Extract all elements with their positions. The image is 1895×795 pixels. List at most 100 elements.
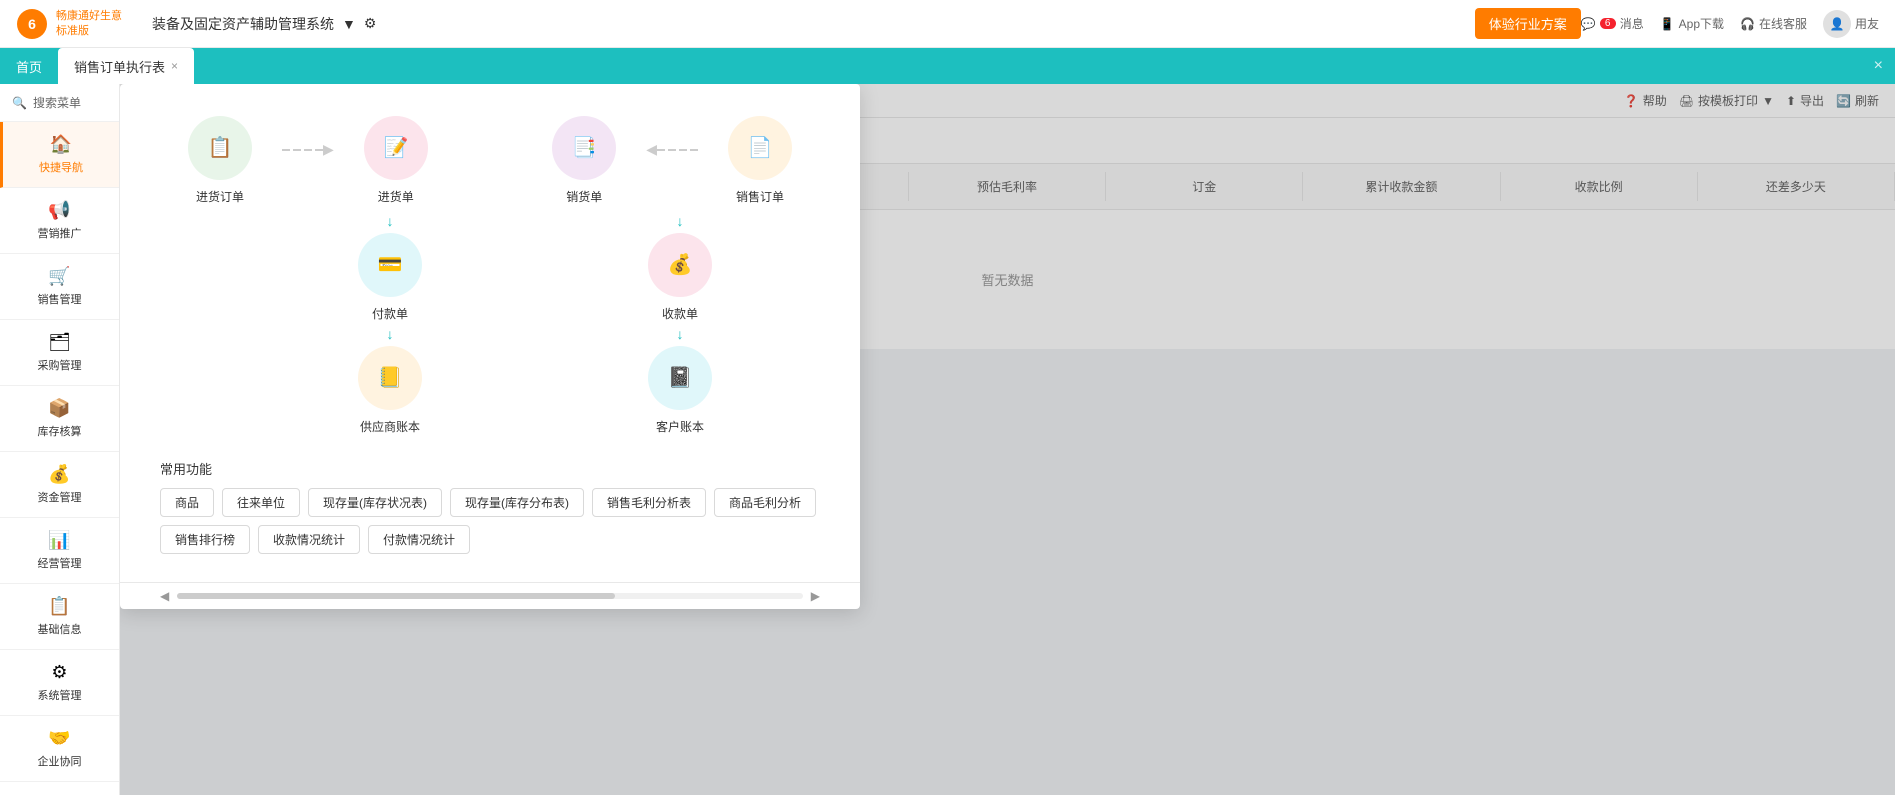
common-funcs-title: 常用功能	[160, 459, 820, 478]
sidebar-label-finance: 资金管理	[38, 489, 82, 505]
svg-text:📄: 📄	[748, 135, 773, 159]
inventory-icon: 📦	[48, 398, 70, 419]
sidebar-item-inventory[interactable]: 📦 库存核算	[0, 386, 119, 452]
flow-node-payment[interactable]: 💳 付款单	[330, 233, 450, 322]
flow-node-supplier-ledger[interactable]: 📒 供应商账本	[330, 346, 450, 435]
sidebar-label-enterprise: 企业协同	[38, 753, 82, 769]
tab-home[interactable]: 首页	[0, 48, 58, 84]
sidebar-search[interactable]: 🔍 搜索菜单	[0, 84, 119, 122]
tab-bar: 首页 销售订单执行表 × ×	[0, 48, 1895, 84]
svg-text:💰: 💰	[668, 252, 693, 276]
scroll-track[interactable]	[177, 593, 803, 599]
func-btn-sales-rank[interactable]: 销售排行榜	[160, 525, 250, 554]
purchase-order-icon: 📋	[201, 129, 239, 167]
logo-area: 6 畅康通好生意 标准版	[16, 8, 136, 40]
settings-icon[interactable]: ⚙	[364, 15, 377, 32]
sidebar-label-sales: 销售管理	[38, 291, 82, 307]
sales-bill-label: 销货单	[566, 188, 602, 205]
func-btn-sales-margin[interactable]: 销售毛利分析表	[592, 488, 706, 517]
func-btn-goods-margin[interactable]: 商品毛利分析	[714, 488, 816, 517]
sidebar-item-enterprise[interactable]: 🤝 企业协同	[0, 716, 119, 782]
home-icon: 🏠	[50, 134, 72, 155]
search-icon: 🔍	[12, 96, 27, 110]
sidebar-item-guide[interactable]: 📖 新手引导	[0, 782, 119, 795]
func-btn-payment-stat[interactable]: 付款情况统计	[368, 525, 470, 554]
popup-overlay: 📋 进货订单	[120, 84, 1895, 795]
payment-icon: 💳	[371, 246, 409, 284]
flow-node-customer-ledger[interactable]: 📓 客户账本	[620, 346, 740, 435]
purchase-bill-label: 进货单	[378, 188, 414, 205]
flow-node-receipt[interactable]: 💰 收款单	[620, 233, 740, 322]
func-buttons-row1: 商品 往来单位 现存量(库存状况表) 现存量(库存分布表) 销售毛利分析表 商品…	[160, 488, 820, 517]
message-label: 消息	[1620, 15, 1644, 32]
sidebar-item-basic[interactable]: 📋 基础信息	[0, 584, 119, 650]
scroll-right-icon[interactable]: ▶	[811, 589, 820, 603]
payment-label: 付款单	[372, 305, 408, 322]
basic-icon: 📋	[48, 596, 70, 617]
func-buttons-row2: 销售排行榜 收款情况统计 付款情况统计	[160, 525, 820, 554]
flow-node-sales-order[interactable]: 📄 销售订单	[700, 116, 820, 205]
system-icon: ⚙	[51, 662, 67, 683]
scroll-thumb	[177, 593, 615, 599]
sidebar-label-purchase: 采购管理	[38, 357, 82, 373]
header-right: 💬 6 消息 📱 App下载 🎧 在线客服 👤 用友	[1581, 10, 1879, 38]
logo-icon: 6	[16, 8, 48, 40]
logo-text: 畅康通好生意 标准版	[56, 9, 122, 38]
top-header: 6 畅康通好生意 标准版 装备及固定资产辅助管理系统 ▼ ⚙ 体验行业方案 💬 …	[0, 0, 1895, 48]
customer-ledger-label: 客户账本	[656, 418, 704, 435]
marketing-icon: 📢	[48, 200, 70, 221]
purchase-icon: 🗂	[48, 332, 71, 353]
message-button[interactable]: 💬 6 消息	[1581, 15, 1644, 32]
sidebar-item-operation[interactable]: 📊 经营管理	[0, 518, 119, 584]
svg-text:📑: 📑	[572, 135, 597, 159]
sidebar-item-sales[interactable]: 🛒 销售管理	[0, 254, 119, 320]
sidebar-label-basic: 基础信息	[38, 621, 82, 637]
purchase-order-label: 进货订单	[196, 188, 244, 205]
main-layout: 🔍 搜索菜单 🏠 快捷导航 📢 营销推广 🛒 销售管理 🗂 采购管理 📦 库存核…	[0, 84, 1895, 795]
svg-text:📓: 📓	[668, 366, 693, 389]
online-service-button[interactable]: 🎧 在线客服	[1740, 15, 1807, 32]
func-btn-receipt-stat[interactable]: 收款情况统计	[258, 525, 360, 554]
app-download-button[interactable]: 📱 App下载	[1660, 15, 1724, 32]
content-area: ❓ 帮助 🖨 按模板打印 ▼ ⬆ 导出 🔄 刷新	[120, 84, 1895, 795]
finance-icon: 💰	[48, 464, 70, 485]
sidebar-item-system[interactable]: ⚙ 系统管理	[0, 650, 119, 716]
tab-sales-order[interactable]: 销售订单执行表 ×	[58, 48, 194, 84]
sales-icon: 🛒	[48, 266, 70, 287]
flow-node-purchase-order[interactable]: 📋 进货订单	[160, 116, 280, 205]
flow-area: 📋 进货订单	[120, 84, 860, 459]
sidebar-label-marketing: 营销推广	[38, 225, 82, 241]
sidebar-item-purchase[interactable]: 🗂 采购管理	[0, 320, 119, 386]
func-btn-stock-status[interactable]: 现存量(库存状况表)	[308, 488, 442, 517]
online-service-label: 在线客服	[1759, 15, 1807, 32]
sidebar-label-operation: 经营管理	[38, 555, 82, 571]
sidebar-item-quick-nav[interactable]: 🏠 快捷导航	[0, 122, 119, 188]
svg-text:💳: 💳	[378, 254, 403, 276]
scroll-left-icon[interactable]: ◀	[160, 589, 169, 603]
message-icon: 💬	[1581, 17, 1596, 31]
user-name-label: 用友	[1855, 15, 1879, 32]
tab-close-icon[interactable]: ×	[171, 59, 178, 73]
sales-order-icon: 📄	[741, 129, 779, 167]
phone-icon: 📱	[1660, 17, 1675, 31]
message-badge: 6	[1600, 18, 1616, 29]
user-area[interactable]: 👤 用友	[1823, 10, 1879, 38]
app-download-label: App下载	[1679, 15, 1724, 32]
flow-node-purchase-bill[interactable]: 📝 进货单	[336, 116, 456, 205]
svg-text:📋: 📋	[208, 135, 233, 159]
svg-text:📒: 📒	[378, 366, 403, 389]
flow-node-sales-bill[interactable]: 📑 销货单	[524, 116, 644, 205]
customer-ledger-icon: 📓	[661, 359, 699, 397]
func-btn-partner[interactable]: 往来单位	[222, 488, 300, 517]
sidebar-label-inventory: 库存核算	[38, 423, 82, 439]
common-functions-area: 常用功能 商品 往来单位 现存量(库存状况表) 现存量(库存分布表) 销售毛利分…	[120, 459, 860, 582]
purchase-bill-icon: 📝	[377, 129, 415, 167]
try-button[interactable]: 体验行业方案	[1475, 8, 1581, 39]
system-chevron-icon[interactable]: ▼	[342, 16, 356, 32]
sidebar-item-finance[interactable]: 💰 资金管理	[0, 452, 119, 518]
func-btn-stock-dist[interactable]: 现存量(库存分布表)	[450, 488, 584, 517]
svg-text:📝: 📝	[383, 135, 408, 159]
func-btn-goods[interactable]: 商品	[160, 488, 214, 517]
tab-bar-close-icon[interactable]: ×	[1874, 57, 1883, 75]
sidebar-item-marketing[interactable]: 📢 营销推广	[0, 188, 119, 254]
